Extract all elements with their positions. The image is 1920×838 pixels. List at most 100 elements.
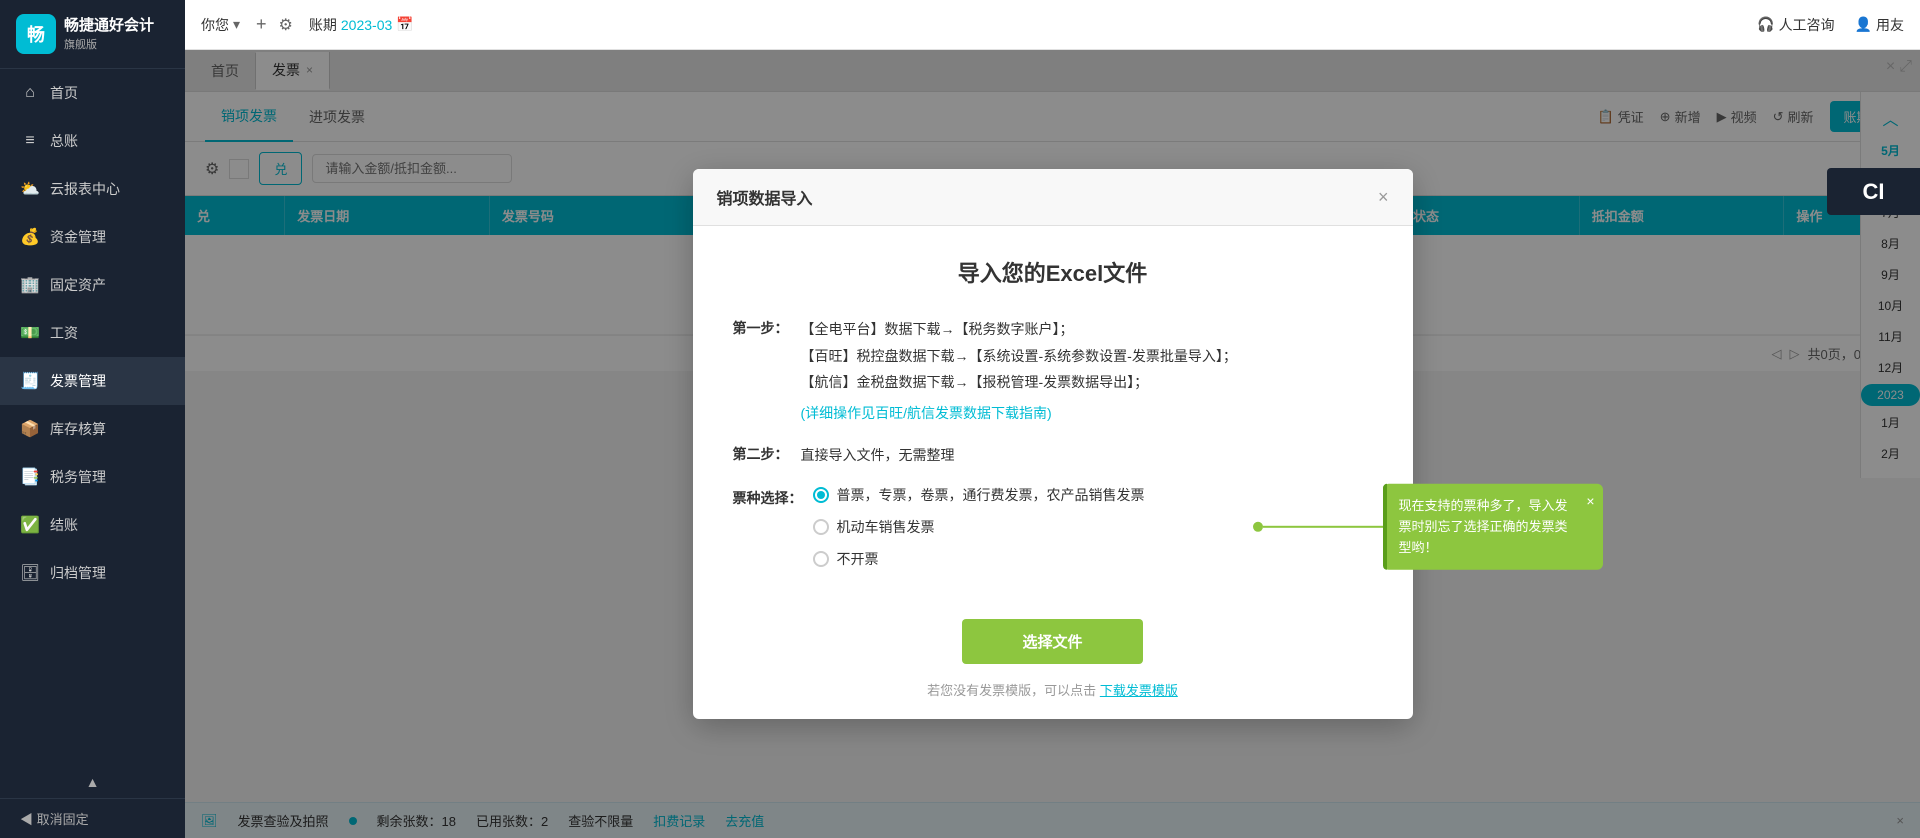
logo-sub: 旗舰版	[64, 36, 154, 52]
headphone-icon: 🎧	[1757, 16, 1774, 33]
sidebar-label-home: 首页	[50, 83, 78, 103]
sidebar-label-stock: 库存核算	[50, 419, 106, 439]
sidebar: 畅 畅捷通好会计 旗舰版 ⌂ 首页 ≡ 总账 ⛅ 云报表中心 💰 资金管理 🏢 …	[0, 0, 185, 838]
radio-group: 普票，专票，卷票，通行费发票，农产品销售发票 机动车销售发票 现在支持的票种	[813, 485, 1145, 569]
logo-text: 畅捷通好会计	[64, 16, 154, 36]
step2-label: 第二步：	[733, 444, 793, 464]
sidebar-item-funds[interactable]: 💰 资金管理	[0, 213, 185, 261]
consult-button[interactable]: 🎧 人工咨询	[1757, 15, 1834, 35]
step1-line3: 【航信】金税盘数据下载→【报税管理-发票数据导出】；	[801, 369, 1237, 396]
wages-icon: 💵	[20, 323, 40, 343]
sidebar-item-checkout[interactable]: ✅ 结账	[0, 501, 185, 549]
sidebar-label-cloud: 云报表中心	[50, 179, 120, 199]
tooltip-bar	[1383, 484, 1387, 570]
sidebar-item-wages[interactable]: 💵 工资	[0, 309, 185, 357]
step2-content: 直接导入文件，无需整理	[801, 442, 955, 469]
sidebar-item-home[interactable]: ⌂ 首页	[0, 69, 185, 117]
tooltip-line	[1263, 526, 1383, 528]
tooltip-dot	[1253, 522, 1263, 532]
download-template-link[interactable]: 下载发票模版	[1100, 683, 1178, 698]
window-maximize-icon[interactable]: ⤢	[1899, 58, 1912, 76]
tooltip-text: 现在支持的票种多了，导入发票时别忘了选择正确的发票类型哟！	[1399, 498, 1568, 555]
radio-item-1[interactable]: 普票，专票，卷票，通行费发票，农产品销售发票	[813, 485, 1145, 505]
add-tab-button[interactable]: +	[256, 14, 267, 35]
sidebar-label-wages: 工资	[50, 323, 78, 343]
modal-overlay[interactable]: 销项数据导入 × 导入您的Excel文件 第一步： 【全电平台】数据下载→【税务…	[185, 50, 1920, 838]
topbar: 你您 ▾ + ⚙ 账期 2023-03 📅 🎧 人工咨询 👤 用友	[185, 0, 1920, 50]
radio-label-3: 不开票	[837, 549, 879, 569]
home-icon: ⌂	[20, 84, 40, 102]
consult-label: 人工咨询	[1779, 15, 1835, 35]
topbar-right: 🎧 人工咨询 👤 用友	[1757, 15, 1904, 35]
user-icon: 👤	[1855, 16, 1872, 33]
user-label: 用友	[1876, 15, 1904, 35]
tooltip-bubble: 现在支持的票种多了，导入发票时别忘了选择正确的发票类型哟！ ×	[1383, 484, 1603, 570]
sidebar-item-cloud[interactable]: ⛅ 云报表中心	[0, 165, 185, 213]
sidebar-label-checkout: 结账	[50, 515, 78, 535]
hint-prefix: 若您没有发票模版，可以点击	[927, 683, 1096, 698]
logo-icon: 畅	[16, 14, 56, 54]
sidebar-label-invoice: 发票管理	[50, 371, 106, 391]
radio-label-2: 机动车销售发票	[837, 517, 935, 537]
radio-label-1: 普票，专票，卷票，通行费发票，农产品销售发票	[837, 485, 1145, 505]
sidebar-label-archive: 归档管理	[50, 563, 106, 583]
step1-content: 【全电平台】数据下载→【税务数字账户】； 【百旺】税控盘数据下载→【系统设置-系…	[801, 316, 1237, 426]
period-label: 账期	[309, 15, 337, 35]
step2-row: 第二步： 直接导入文件，无需整理	[733, 442, 1373, 469]
account-name: 你您	[201, 15, 229, 35]
unpin-label: ◀ 取消固定	[20, 809, 89, 828]
radio-circle-2[interactable]	[813, 519, 829, 535]
ci-avatar: CI	[1827, 168, 1920, 215]
modal-header: 销项数据导入 ×	[693, 169, 1413, 226]
sidebar-label-assets: 固定资产	[50, 275, 106, 295]
sidebar-scroll-up[interactable]: ▲	[0, 766, 185, 798]
step1-link[interactable]: (详细操作见百旺/航信发票数据下载指南)	[801, 405, 1052, 421]
radio-circle-1[interactable]	[813, 487, 829, 503]
modal-main-title: 导入您的Excel文件	[733, 256, 1373, 288]
select-file-button[interactable]: 选择文件	[962, 619, 1142, 664]
radio-item-3[interactable]: 不开票	[813, 549, 1145, 569]
window-close-icon[interactable]: ×	[1886, 58, 1895, 76]
step1-label: 第一步：	[733, 318, 793, 338]
stock-icon: 📦	[20, 419, 40, 439]
assets-icon: 🏢	[20, 275, 40, 295]
sidebar-logo: 畅 畅捷通好会计 旗舰版	[0, 0, 185, 69]
ticket-row: 票种选择： 普票，专票，卷票，通行费发票，农产品销售发票 机动车销售发票	[733, 485, 1373, 569]
sidebar-label-tax: 税务管理	[50, 467, 106, 487]
modal-hint: 若您没有发票模版，可以点击 下载发票模版	[733, 680, 1373, 699]
modal-body: 导入您的Excel文件 第一步： 【全电平台】数据下载→【税务数字账户】； 【百…	[693, 226, 1413, 609]
sidebar-item-archive[interactable]: 🗄 归档管理	[0, 549, 185, 597]
ledger-icon: ≡	[20, 132, 40, 150]
sidebar-item-ledger[interactable]: ≡ 总账	[0, 117, 185, 165]
modal-close-button[interactable]: ×	[1378, 187, 1389, 208]
sidebar-unpin[interactable]: ◀ 取消固定	[0, 798, 185, 838]
cloud-icon: ⛅	[20, 179, 40, 199]
tooltip-close-icon[interactable]: ×	[1586, 490, 1594, 512]
window-controls: × ⤢	[1878, 50, 1920, 84]
invoice-icon: 🧾	[20, 371, 40, 391]
calendar-icon[interactable]: 📅	[396, 16, 413, 33]
settings-icon[interactable]: ⚙	[279, 15, 293, 35]
radio-item-2[interactable]: 机动车销售发票 现在支持的票种多了，导入发票时别忘了选择正确的发票类型哟！ ×	[813, 517, 1145, 537]
modal-title: 销项数据导入	[717, 185, 813, 209]
radio-circle-3[interactable]	[813, 551, 829, 567]
sidebar-item-invoice[interactable]: 🧾 发票管理	[0, 357, 185, 405]
user-button[interactable]: 👤 用友	[1855, 15, 1904, 35]
sidebar-label-ledger: 总账	[50, 131, 78, 151]
archive-icon: 🗄	[20, 563, 40, 583]
step1-line2: 【百旺】税控盘数据下载→【系统设置-系统参数设置-发票批量导入】；	[801, 343, 1237, 370]
tax-icon: 📑	[20, 467, 40, 487]
sidebar-nav: ⌂ 首页 ≡ 总账 ⛅ 云报表中心 💰 资金管理 🏢 固定资产 💵 工资 🧾 发…	[0, 69, 185, 766]
sidebar-item-stock[interactable]: 📦 库存核算	[0, 405, 185, 453]
account-dropdown-icon[interactable]: ▾	[233, 16, 240, 33]
step1-line1: 【全电平台】数据下载→【税务数字账户】；	[801, 316, 1237, 343]
sidebar-item-assets[interactable]: 🏢 固定资产	[0, 261, 185, 309]
step1-row: 第一步： 【全电平台】数据下载→【税务数字账户】； 【百旺】税控盘数据下载→【系…	[733, 316, 1373, 426]
sidebar-item-tax[interactable]: 📑 税务管理	[0, 453, 185, 501]
radio-dot-1	[817, 491, 825, 499]
logo-text-wrap: 畅捷通好会计 旗舰版	[64, 16, 154, 52]
modal-footer: 选择文件 若您没有发票模版，可以点击 下载发票模版	[693, 609, 1413, 719]
sidebar-label-funds: 资金管理	[50, 227, 106, 247]
ticket-label: 票种选择：	[733, 488, 813, 508]
period-value: 2023-03	[341, 17, 392, 33]
